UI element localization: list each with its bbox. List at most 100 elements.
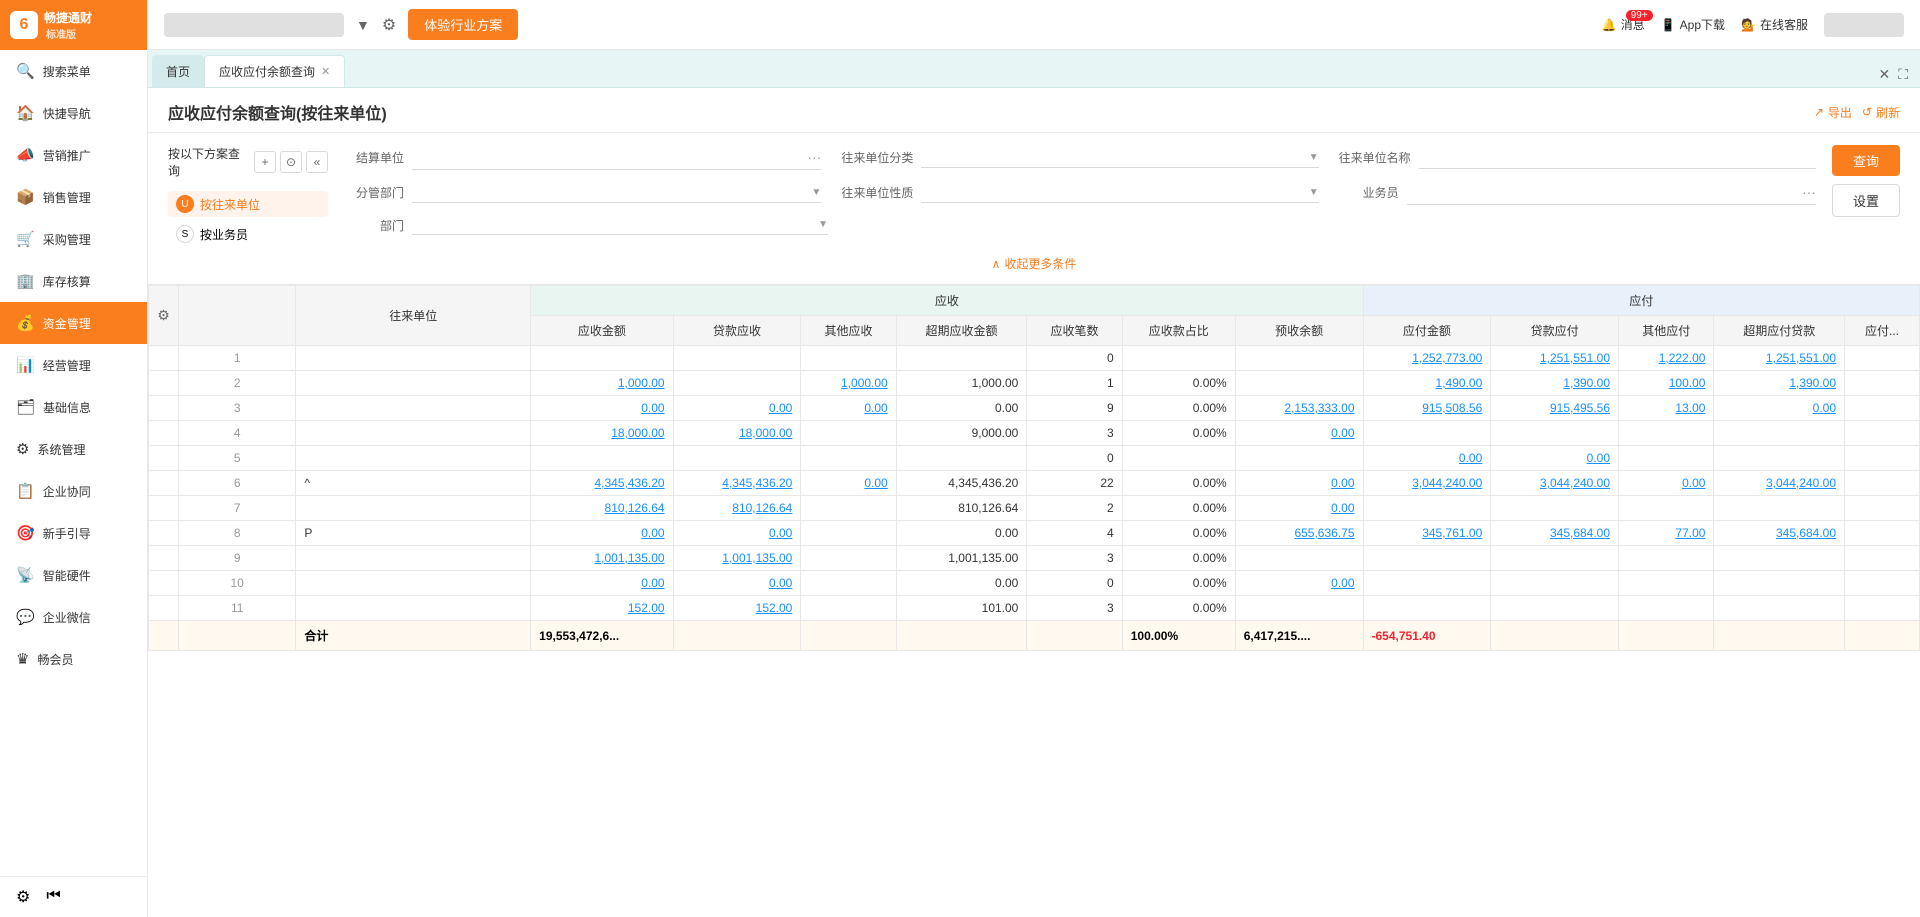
row-ap-overdue[interactable]: 0.00 <box>1714 396 1845 421</box>
row-ap-amount[interactable]: 345,761.00 <box>1363 521 1491 546</box>
row-ar-amount[interactable]: 152.00 <box>531 596 673 621</box>
row-prepay[interactable] <box>1235 346 1363 371</box>
collapse-scheme-button[interactable]: « <box>306 151 328 173</box>
row-ar-amount[interactable]: 810,126.64 <box>531 496 673 521</box>
input-unit-category[interactable]: ▼ <box>921 148 1318 168</box>
sidebar-item-quick-nav[interactable]: 🏠 快捷导航 <box>0 92 147 134</box>
row-ar-amount[interactable]: 0.00 <box>531 571 673 596</box>
row-ap-etc[interactable] <box>1845 521 1920 546</box>
online-service-button[interactable]: 💁 在线客服 <box>1741 16 1808 33</box>
row-ap-amount[interactable]: 1,252,773.00 <box>1363 346 1491 371</box>
row-ap-other[interactable] <box>1619 596 1714 621</box>
tab-close-icon[interactable]: ✕ <box>321 65 330 78</box>
row-prepay[interactable]: 0.00 <box>1235 496 1363 521</box>
row-ar-other[interactable] <box>801 521 896 546</box>
row-ap-overdue[interactable]: 1,390.00 <box>1714 371 1845 396</box>
sidebar-item-purchase[interactable]: 🛒 采购管理 <box>0 218 147 260</box>
row-ap-etc[interactable] <box>1845 471 1920 496</box>
row-ap-amount[interactable] <box>1363 421 1491 446</box>
row-prepay[interactable] <box>1235 546 1363 571</box>
row-prepay[interactable] <box>1235 446 1363 471</box>
row-ap-loan[interactable] <box>1491 546 1619 571</box>
message-button[interactable]: 🔔 消息 99+ <box>1602 16 1645 33</box>
row-ap-etc[interactable] <box>1845 546 1920 571</box>
row-ap-overdue[interactable] <box>1714 596 1845 621</box>
dropdown-arrow-icon[interactable]: ▼ <box>356 17 370 33</box>
row-ap-loan[interactable]: 915,495.56 <box>1491 396 1619 421</box>
input-unit-nature[interactable]: ▼ <box>921 183 1318 203</box>
add-scheme-button[interactable]: + <box>254 151 276 173</box>
input-dept[interactable]: ▼ <box>412 183 821 203</box>
row-ap-loan[interactable] <box>1491 571 1619 596</box>
user-avatar-area[interactable] <box>1824 13 1904 37</box>
row-ap-amount[interactable] <box>1363 546 1491 571</box>
row-ar-loan[interactable]: 810,126.64 <box>673 496 801 521</box>
row-ap-other[interactable] <box>1619 446 1714 471</box>
row-ap-etc[interactable] <box>1845 396 1920 421</box>
input-salesperson[interactable]: ··· <box>1407 180 1816 205</box>
row-ar-loan[interactable]: 18,000.00 <box>673 421 801 446</box>
row-ar-loan[interactable]: 0.00 <box>673 521 801 546</box>
row-ap-other[interactable]: 100.00 <box>1619 371 1714 396</box>
row-ar-amount[interactable]: 0.00 <box>531 396 673 421</box>
row-prepay[interactable]: 2,153,333.00 <box>1235 396 1363 421</box>
filter-scheme-by-unit[interactable]: U 按往来单位 <box>168 191 328 217</box>
row-prepay[interactable]: 0.00 <box>1235 471 1363 496</box>
row-ap-amount[interactable]: 915,508.56 <box>1363 396 1491 421</box>
row-ap-other[interactable]: 13.00 <box>1619 396 1714 421</box>
row-prepay[interactable] <box>1235 596 1363 621</box>
row-ar-loan[interactable] <box>673 446 801 471</box>
input-subdept[interactable]: ▼ <box>412 215 828 235</box>
row-ap-overdue[interactable] <box>1714 571 1845 596</box>
app-download-button[interactable]: 📱 App下载 <box>1661 16 1725 33</box>
sidebar-collapse-icon[interactable]: ⏮ <box>46 887 60 907</box>
row-prepay[interactable]: 0.00 <box>1235 421 1363 446</box>
row-ap-overdue[interactable] <box>1714 496 1845 521</box>
sidebar-item-sales[interactable]: 📦 销售管理 <box>0 176 147 218</box>
row-ap-overdue[interactable] <box>1714 446 1845 471</box>
row-ar-other[interactable]: 1,000.00 <box>801 371 896 396</box>
row-ap-other[interactable]: 0.00 <box>1619 471 1714 496</box>
sidebar-item-operations[interactable]: 📊 经营管理 <box>0 344 147 386</box>
row-ar-loan[interactable]: 152.00 <box>673 596 801 621</box>
row-ap-overdue[interactable] <box>1714 421 1845 446</box>
row-prepay[interactable]: 655,636.75 <box>1235 521 1363 546</box>
row-ap-amount[interactable]: 0.00 <box>1363 446 1491 471</box>
row-ap-loan[interactable] <box>1491 421 1619 446</box>
row-ap-loan[interactable]: 1,390.00 <box>1491 371 1619 396</box>
row-ap-amount[interactable] <box>1363 496 1491 521</box>
row-ar-other[interactable] <box>801 596 896 621</box>
row-ar-loan[interactable] <box>673 346 801 371</box>
row-ap-other[interactable] <box>1619 496 1714 521</box>
row-ap-etc[interactable] <box>1845 346 1920 371</box>
sidebar-item-finance[interactable]: 💰 资金管理 <box>0 302 147 344</box>
industry-solution-button[interactable]: 体验行业方案 <box>408 9 518 40</box>
row-ar-amount[interactable]: 1,001,135.00 <box>531 546 673 571</box>
row-ar-loan[interactable]: 0.00 <box>673 396 801 421</box>
row-ap-other[interactable]: 1,222.00 <box>1619 346 1714 371</box>
edit-scheme-button[interactable]: ⊙ <box>280 151 302 173</box>
row-ap-loan[interactable]: 1,251,551.00 <box>1491 346 1619 371</box>
settings-gear-icon[interactable]: ⚙ <box>382 15 396 35</box>
input-settlement-unit[interactable]: ··· <box>412 145 821 170</box>
row-prepay[interactable] <box>1235 371 1363 396</box>
tab-home[interactable]: 首页 <box>152 55 204 87</box>
sidebar-item-marketing[interactable]: 📣 营销推广 <box>0 134 147 176</box>
row-ap-amount[interactable]: 1,490.00 <box>1363 371 1491 396</box>
row-ar-other[interactable] <box>801 346 896 371</box>
sidebar-item-newbie[interactable]: 🎯 新手引导 <box>0 512 147 554</box>
row-ar-amount[interactable]: 18,000.00 <box>531 421 673 446</box>
sidebar-item-search-menu[interactable]: 🔍 搜索菜单 <box>0 50 147 92</box>
row-ar-other[interactable] <box>801 546 896 571</box>
row-ap-etc[interactable] <box>1845 446 1920 471</box>
row-ar-loan[interactable]: 1,001,135.00 <box>673 546 801 571</box>
row-ap-loan[interactable] <box>1491 496 1619 521</box>
tab-expand-icon[interactable]: ⛶ <box>1898 66 1908 83</box>
row-ar-amount[interactable]: 4,345,436.20 <box>531 471 673 496</box>
row-ap-amount[interactable]: 3,044,240.00 <box>1363 471 1491 496</box>
sidebar-item-system[interactable]: ⚙ 系统管理 <box>0 428 147 470</box>
row-prepay[interactable]: 0.00 <box>1235 571 1363 596</box>
tab-close-window-icon[interactable]: ✕ <box>1878 66 1890 83</box>
export-button[interactable]: ↗ 导出 <box>1814 104 1852 121</box>
row-ap-loan[interactable] <box>1491 596 1619 621</box>
